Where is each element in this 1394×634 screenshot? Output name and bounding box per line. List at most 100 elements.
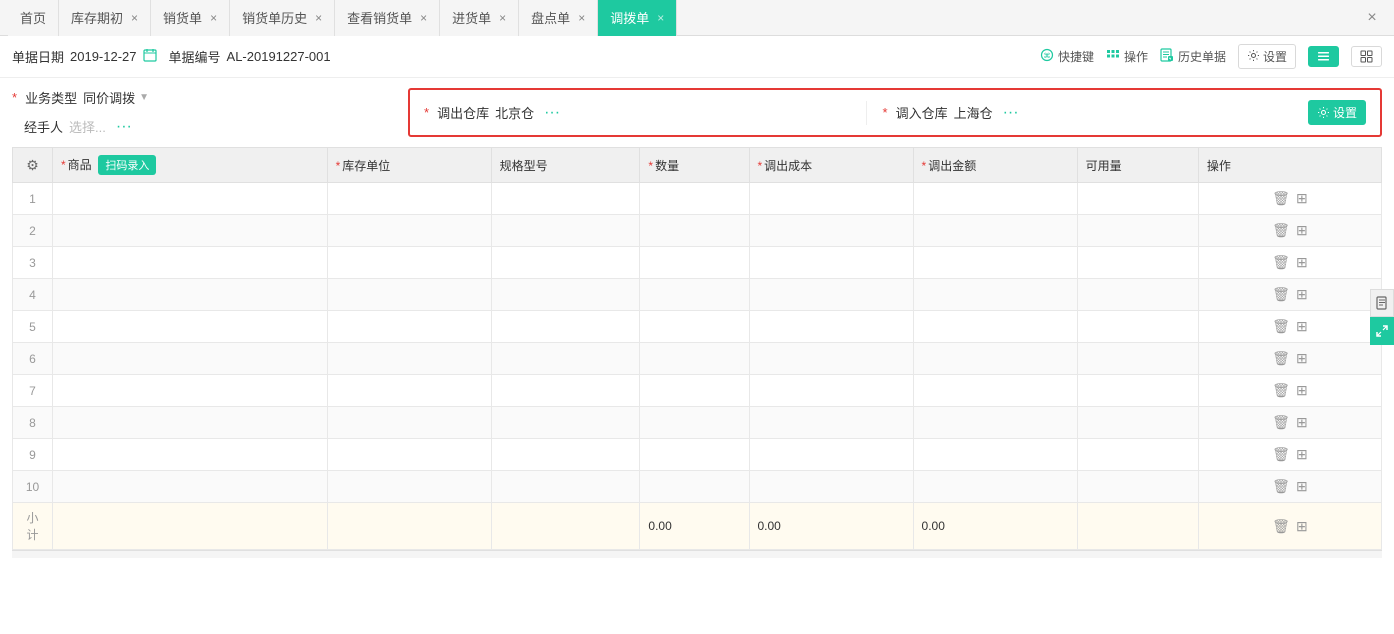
tab-close-sales-history[interactable]: × — [315, 11, 322, 25]
row-product-4[interactable] — [53, 279, 328, 311]
row-qty-9[interactable] — [640, 439, 749, 471]
copy-icon-7[interactable]: ⊞ — [1296, 382, 1308, 399]
tab-purchase[interactable]: 进货单 × — [440, 0, 519, 36]
delete-icon-7[interactable]: 🗑 — [1272, 382, 1290, 399]
row-available-7[interactable] — [1077, 375, 1198, 407]
subtotal-delete-icon[interactable]: 🗑 — [1272, 518, 1290, 535]
subtotal-copy-icon[interactable]: ⊞ — [1296, 518, 1308, 535]
delete-icon-1[interactable]: 🗑 — [1272, 190, 1290, 207]
row-spec-10[interactable] — [491, 471, 640, 503]
tab-inventory-init[interactable]: 库存期初 × — [59, 0, 151, 36]
row-spec-3[interactable] — [491, 247, 640, 279]
row-unit-2[interactable] — [327, 215, 491, 247]
row-spec-1[interactable] — [491, 183, 640, 215]
tab-sales-order[interactable]: 销货单 × — [151, 0, 230, 36]
row-available-3[interactable] — [1077, 247, 1198, 279]
copy-icon-1[interactable]: ⊞ — [1296, 190, 1308, 207]
delete-icon-6[interactable]: 🗑 — [1272, 350, 1290, 367]
row-spec-8[interactable] — [491, 407, 640, 439]
copy-icon-4[interactable]: ⊞ — [1296, 286, 1308, 303]
history-action[interactable]: 历史单据 — [1160, 48, 1226, 65]
tab-close-sales-order[interactable]: × — [210, 11, 217, 25]
float-doc-btn[interactable] — [1370, 289, 1394, 317]
settings-button[interactable]: 设置 — [1238, 44, 1296, 69]
th-settings[interactable]: ⚙ — [13, 148, 53, 183]
copy-icon-2[interactable]: ⊞ — [1296, 222, 1308, 239]
row-amount-10[interactable] — [913, 471, 1077, 503]
row-available-8[interactable] — [1077, 407, 1198, 439]
row-unit-8[interactable] — [327, 407, 491, 439]
action-action[interactable]: 操作 — [1106, 48, 1148, 65]
copy-icon-9[interactable]: ⊞ — [1296, 446, 1308, 463]
copy-icon-6[interactable]: ⊞ — [1296, 350, 1308, 367]
scroll-bar[interactable] — [12, 550, 1382, 558]
biz-type-select[interactable]: 同价调拨 ▼ — [83, 88, 149, 107]
row-spec-6[interactable] — [491, 343, 640, 375]
row-available-4[interactable] — [1077, 279, 1198, 311]
row-unit-10[interactable] — [327, 471, 491, 503]
copy-icon-5[interactable]: ⊞ — [1296, 318, 1308, 335]
row-product-7[interactable] — [53, 375, 328, 407]
tab-close-inventory-init[interactable]: × — [131, 11, 138, 25]
row-cost-4[interactable] — [749, 279, 913, 311]
tab-home[interactable]: 首页 — [8, 0, 59, 36]
row-available-2[interactable] — [1077, 215, 1198, 247]
row-amount-9[interactable] — [913, 439, 1077, 471]
row-qty-1[interactable] — [640, 183, 749, 215]
row-unit-3[interactable] — [327, 247, 491, 279]
row-spec-2[interactable] — [491, 215, 640, 247]
row-available-10[interactable] — [1077, 471, 1198, 503]
row-available-6[interactable] — [1077, 343, 1198, 375]
delete-icon-2[interactable]: 🗑 — [1272, 222, 1290, 239]
list-view-button[interactable] — [1308, 46, 1339, 67]
row-qty-2[interactable] — [640, 215, 749, 247]
calendar-icon[interactable] — [143, 48, 157, 65]
in-warehouse-value[interactable]: 上海仓 — [954, 103, 993, 122]
person-select[interactable]: 选择... — [69, 117, 106, 136]
copy-icon-10[interactable]: ⊞ — [1296, 478, 1308, 495]
row-product-3[interactable] — [53, 247, 328, 279]
row-spec-9[interactable] — [491, 439, 640, 471]
tab-inventory-check[interactable]: 盘点单 × — [519, 0, 598, 36]
row-qty-10[interactable] — [640, 471, 749, 503]
window-close-button[interactable]: × — [1358, 4, 1386, 32]
out-warehouse-value[interactable]: 北京仓 — [495, 103, 534, 122]
row-amount-8[interactable] — [913, 407, 1077, 439]
column-settings-icon[interactable]: ⚙ — [26, 157, 39, 173]
row-product-8[interactable] — [53, 407, 328, 439]
delete-icon-3[interactable]: 🗑 — [1272, 254, 1290, 271]
tab-close-purchase[interactable]: × — [499, 11, 506, 25]
warehouse-settings-button[interactable]: 设置 — [1308, 100, 1366, 125]
row-qty-4[interactable] — [640, 279, 749, 311]
row-product-10[interactable] — [53, 471, 328, 503]
row-cost-3[interactable] — [749, 247, 913, 279]
row-product-9[interactable] — [53, 439, 328, 471]
row-spec-7[interactable] — [491, 375, 640, 407]
date-value[interactable]: 2019-12-27 — [70, 49, 137, 64]
row-cost-1[interactable] — [749, 183, 913, 215]
row-qty-8[interactable] — [640, 407, 749, 439]
row-qty-5[interactable] — [640, 311, 749, 343]
tab-sales-history[interactable]: 销货单历史 × — [230, 0, 335, 36]
grid-view-button[interactable] — [1351, 46, 1382, 67]
row-unit-6[interactable] — [327, 343, 491, 375]
tab-close-view-sales[interactable]: × — [420, 11, 427, 25]
tab-close-inventory-check[interactable]: × — [578, 11, 585, 25]
row-amount-6[interactable] — [913, 343, 1077, 375]
row-unit-5[interactable] — [327, 311, 491, 343]
row-product-5[interactable] — [53, 311, 328, 343]
row-amount-3[interactable] — [913, 247, 1077, 279]
row-cost-9[interactable] — [749, 439, 913, 471]
row-qty-3[interactable] — [640, 247, 749, 279]
out-warehouse-more[interactable]: ··· — [544, 104, 560, 122]
row-cost-7[interactable] — [749, 375, 913, 407]
row-amount-4[interactable] — [913, 279, 1077, 311]
delete-icon-8[interactable]: 🗑 — [1272, 414, 1290, 431]
delete-icon-10[interactable]: 🗑 — [1272, 478, 1290, 495]
row-spec-5[interactable] — [491, 311, 640, 343]
row-product-6[interactable] — [53, 343, 328, 375]
row-spec-4[interactable] — [491, 279, 640, 311]
row-available-9[interactable] — [1077, 439, 1198, 471]
shortcut-action[interactable]: ⌘ 快捷键 — [1040, 48, 1094, 65]
delete-icon-5[interactable]: 🗑 — [1272, 318, 1290, 335]
